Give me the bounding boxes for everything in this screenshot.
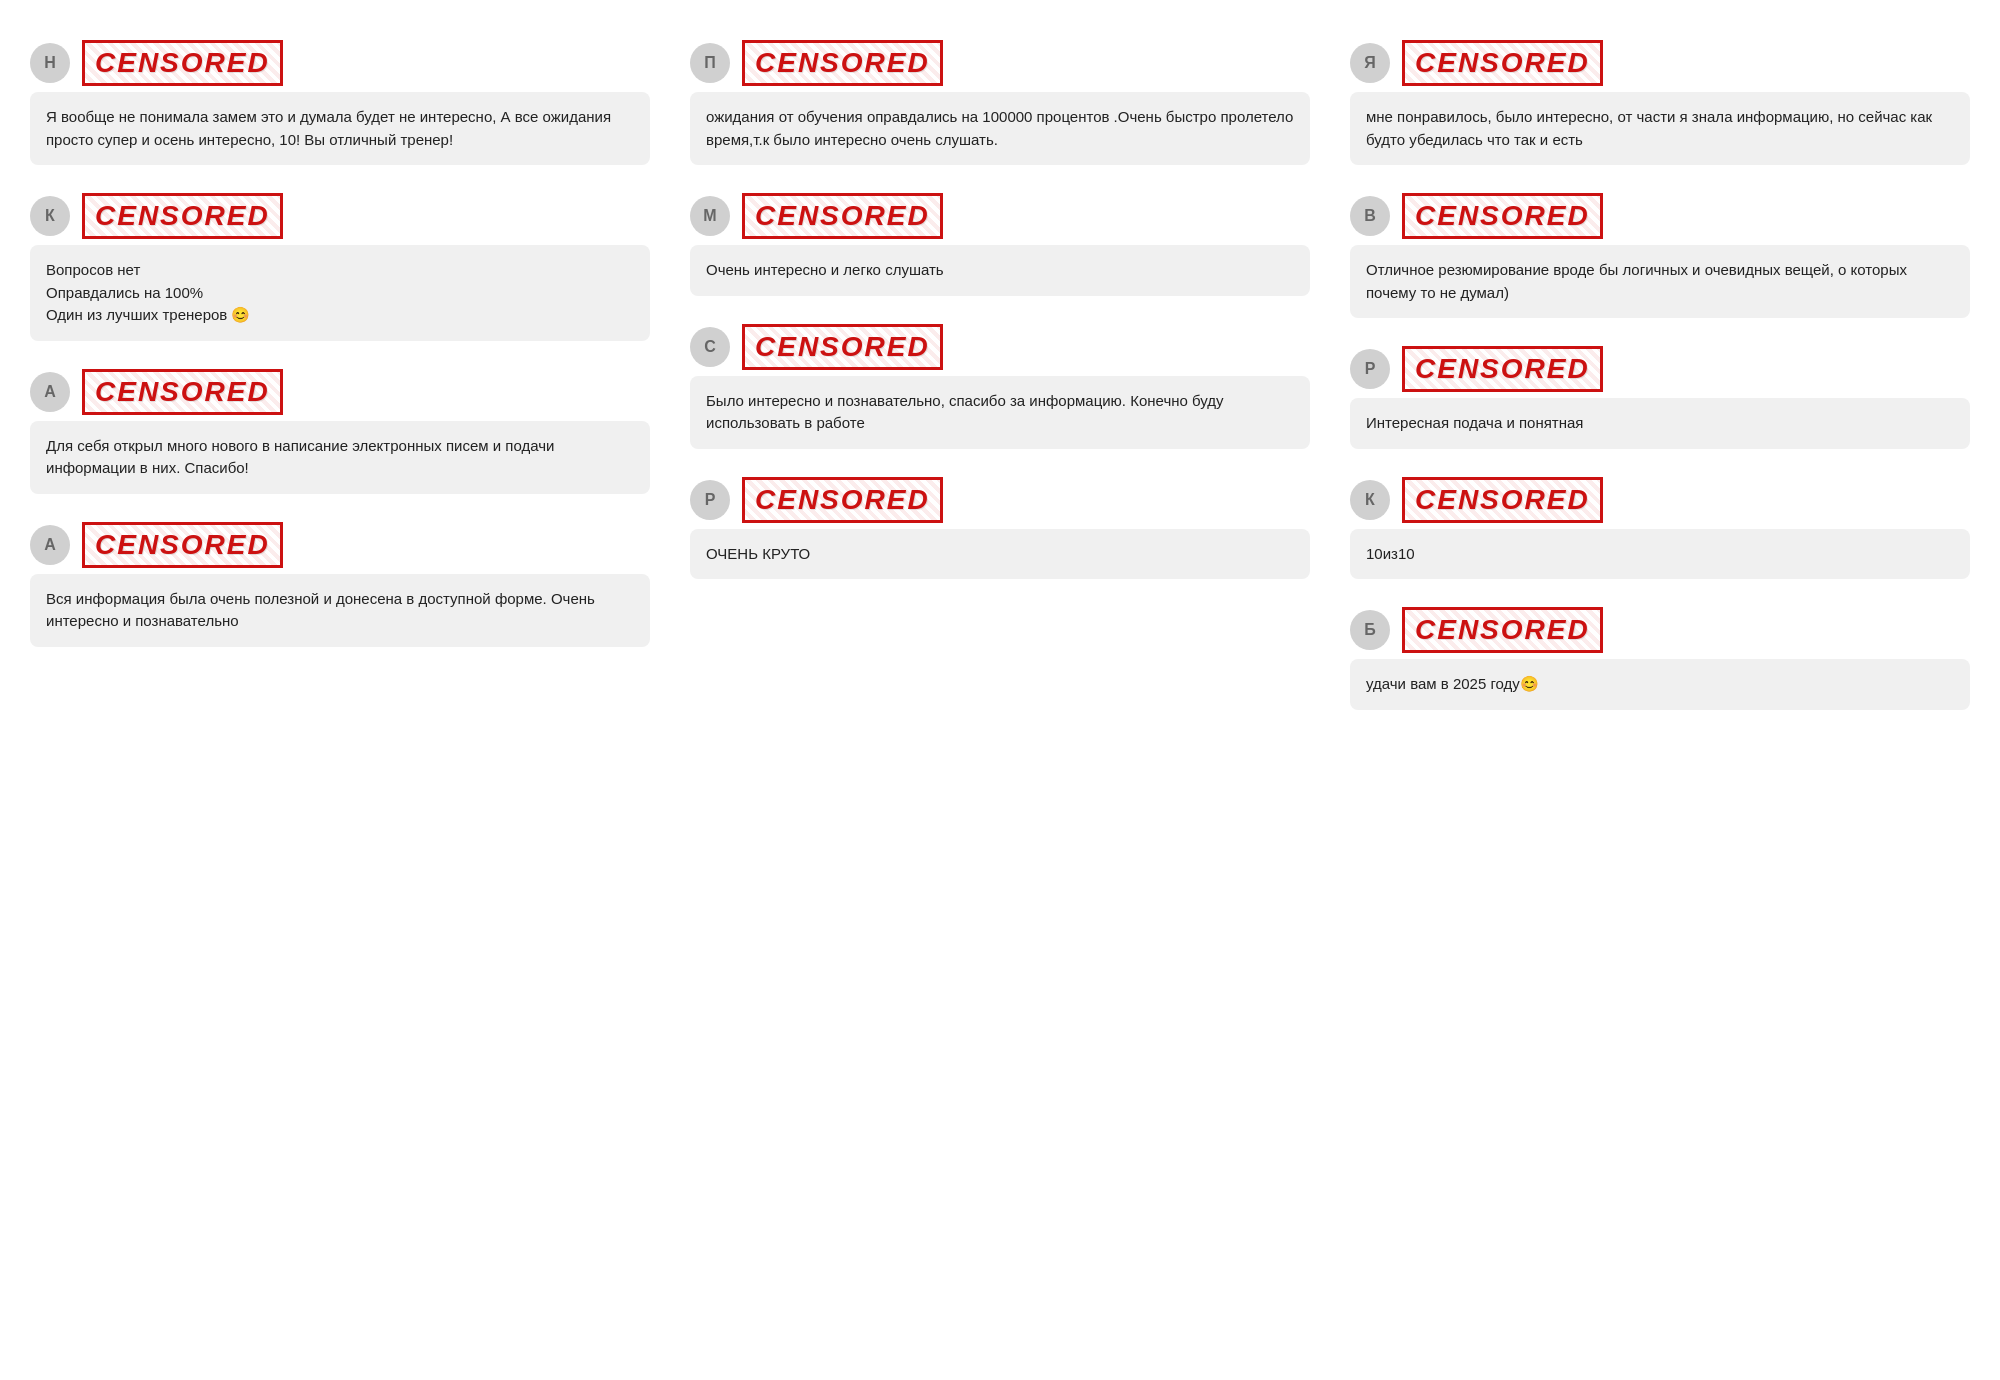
censored-label: CENSORED: [755, 484, 930, 515]
avatar: Я: [1350, 43, 1390, 83]
review-message: удачи вам в 2025 году😊: [1350, 659, 1970, 710]
review-card: Я CENSORED мне понравилось, было интересно…: [1350, 40, 1970, 165]
card-header: К CENSORED: [1350, 477, 1970, 523]
censored-badge: CENSORED: [1402, 477, 1603, 523]
card-header: М CENSORED: [690, 193, 1310, 239]
card-header: Б CENSORED: [1350, 607, 1970, 653]
card-header: Р CENSORED: [690, 477, 1310, 523]
censored-label: CENSORED: [755, 47, 930, 78]
avatar: А: [30, 372, 70, 412]
review-message: Было интересно и познавательно, спасибо …: [690, 376, 1310, 449]
review-card: Р CENSORED Интересная подача и понятная: [1350, 346, 1970, 449]
card-header: К CENSORED: [30, 193, 650, 239]
avatar: К: [1350, 480, 1390, 520]
censored-badge: CENSORED: [1402, 40, 1603, 86]
review-message: Интересная подача и понятная: [1350, 398, 1970, 449]
censored-label: CENSORED: [1415, 353, 1590, 384]
review-message: Вопросов нет Оправдались на 100% Один из…: [30, 245, 650, 341]
censored-label: CENSORED: [1415, 484, 1590, 515]
column-1: Н CENSORED Я вообще не понимала замем это …: [30, 40, 650, 710]
avatar: К: [30, 196, 70, 236]
card-header: В CENSORED: [1350, 193, 1970, 239]
card-header: Н CENSORED: [30, 40, 650, 86]
censored-label: CENSORED: [755, 200, 930, 231]
review-card: А CENSORED Для себя открыл много нового в …: [30, 369, 650, 494]
avatar: А: [30, 525, 70, 565]
card-header: Р CENSORED: [1350, 346, 1970, 392]
review-message: Для себя открыл много нового в написание…: [30, 421, 650, 494]
censored-badge: CENSORED: [1402, 193, 1603, 239]
censored-badge: CENSORED: [82, 369, 283, 415]
avatar: Р: [1350, 349, 1390, 389]
review-card: В CENSORED Отличное резюмирование вроде бы…: [1350, 193, 1970, 318]
review-message: Отличное резюмирование вроде бы логичных…: [1350, 245, 1970, 318]
censored-badge: CENSORED: [742, 324, 943, 370]
censored-badge: CENSORED: [82, 522, 283, 568]
censored-badge: CENSORED: [742, 40, 943, 86]
card-header: А CENSORED: [30, 369, 650, 415]
review-card: Б CENSORED удачи вам в 2025 году😊: [1350, 607, 1970, 710]
censored-label: CENSORED: [1415, 47, 1590, 78]
censored-label: CENSORED: [1415, 614, 1590, 645]
censored-label: CENSORED: [95, 200, 270, 231]
reviews-grid: Н CENSORED Я вообще не понимала замем это …: [30, 40, 1970, 710]
review-message: Вся информация была очень полезной и дон…: [30, 574, 650, 647]
card-header: С CENSORED: [690, 324, 1310, 370]
censored-badge: CENSORED: [82, 193, 283, 239]
review-message: мне понравилось, было интересно, от част…: [1350, 92, 1970, 165]
column-3: Я CENSORED мне понравилось, было интересно…: [1350, 40, 1970, 710]
censored-badge: CENSORED: [1402, 607, 1603, 653]
review-card: Р CENSORED ОЧЕНЬ КРУТО: [690, 477, 1310, 580]
review-message: ОЧЕНЬ КРУТО: [690, 529, 1310, 580]
review-card: А CENSORED Вся информация была очень полез…: [30, 522, 650, 647]
censored-badge: CENSORED: [742, 193, 943, 239]
review-card: К CENSORED Вопросов нет Оправдались на 100…: [30, 193, 650, 341]
review-card: С CENSORED Было интересно и познавательно,…: [690, 324, 1310, 449]
avatar: Р: [690, 480, 730, 520]
censored-badge: CENSORED: [82, 40, 283, 86]
avatar: С: [690, 327, 730, 367]
censored-label: CENSORED: [95, 529, 270, 560]
review-card: К CENSORED 10из10: [1350, 477, 1970, 580]
column-2: П CENSORED ожидания от обучения оправдалис…: [690, 40, 1310, 710]
review-message: Я вообще не понимала замем это и думала …: [30, 92, 650, 165]
censored-badge: CENSORED: [742, 477, 943, 523]
review-card: П CENSORED ожидания от обучения оправдалис…: [690, 40, 1310, 165]
censored-label: CENSORED: [1415, 200, 1590, 231]
censored-label: CENSORED: [755, 331, 930, 362]
censored-label: CENSORED: [95, 376, 270, 407]
card-header: Я CENSORED: [1350, 40, 1970, 86]
avatar: М: [690, 196, 730, 236]
review-message: ожидания от обучения оправдались на 1000…: [690, 92, 1310, 165]
review-message: 10из10: [1350, 529, 1970, 580]
review-message: Очень интересно и легко слушать: [690, 245, 1310, 296]
card-header: А CENSORED: [30, 522, 650, 568]
card-header: П CENSORED: [690, 40, 1310, 86]
avatar: Н: [30, 43, 70, 83]
avatar: Б: [1350, 610, 1390, 650]
review-card: М CENSORED Очень интересно и легко слушать: [690, 193, 1310, 296]
review-card: Н CENSORED Я вообще не понимала замем это …: [30, 40, 650, 165]
censored-badge: CENSORED: [1402, 346, 1603, 392]
avatar: П: [690, 43, 730, 83]
avatar: В: [1350, 196, 1390, 236]
censored-label: CENSORED: [95, 47, 270, 78]
